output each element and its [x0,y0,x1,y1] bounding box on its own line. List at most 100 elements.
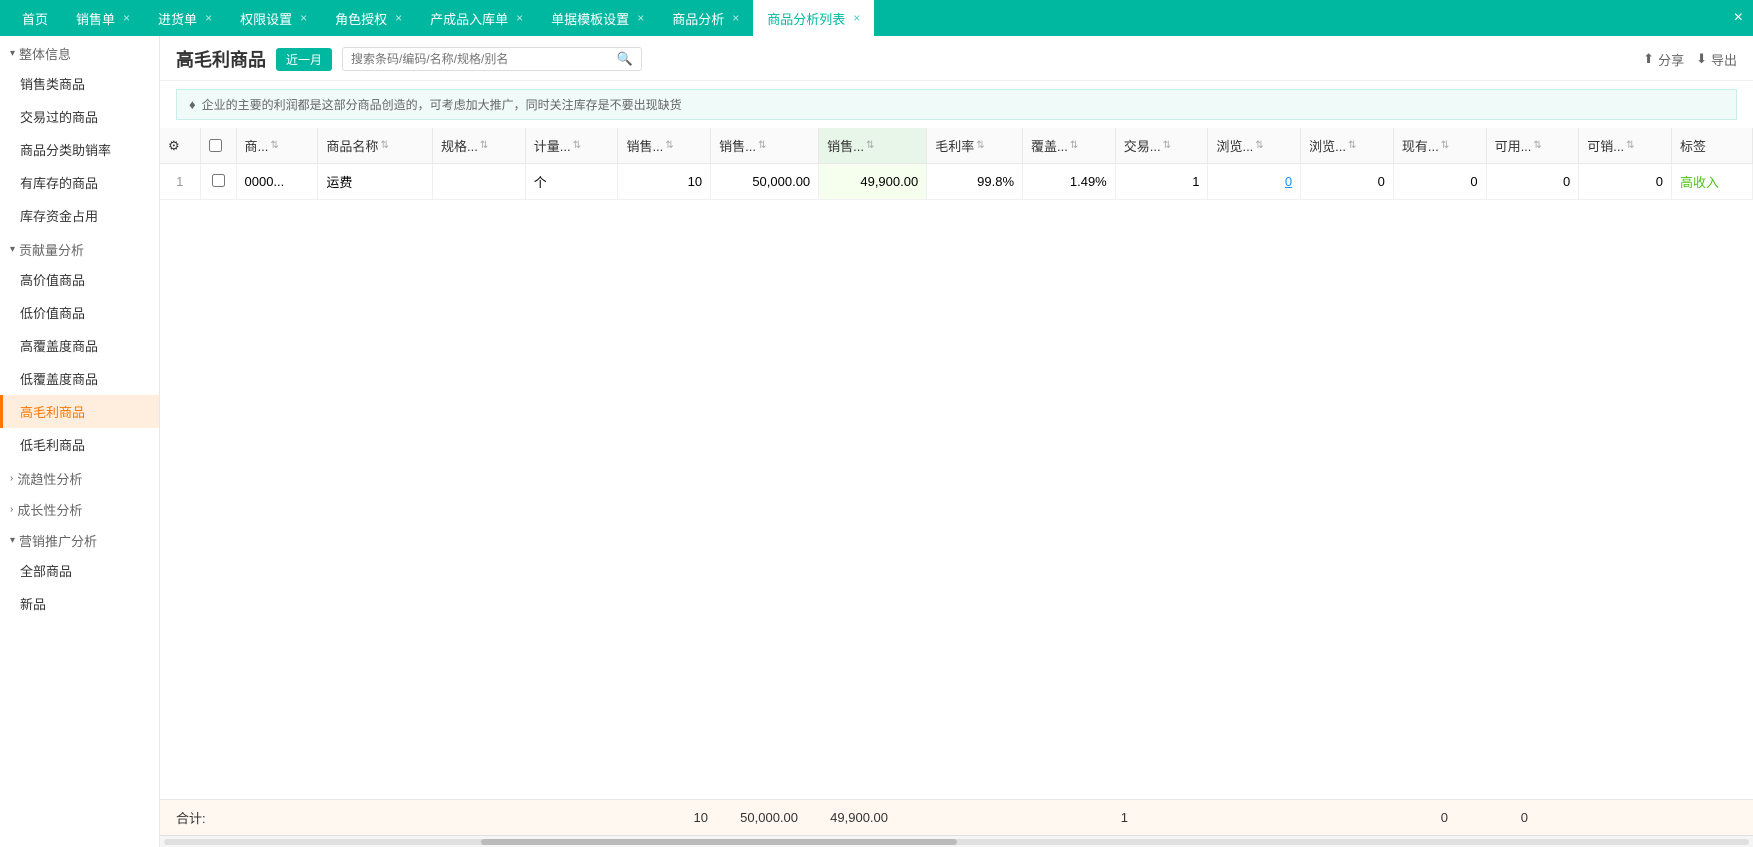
col-sales-cost[interactable]: 销售...⇅ [819,128,927,164]
info-icon: ♦ [189,97,196,112]
col-gross-margin[interactable]: 毛利率⇅ [927,128,1023,164]
close-window-button[interactable]: × [1734,9,1743,27]
footer-sales-qty: 10 [636,810,716,825]
footer-sellable: 0 [1456,810,1536,825]
footer-spacer5 [976,810,1056,825]
settings-icon[interactable]: ⚙ [168,138,180,154]
cell-coverage: 1.49% [1023,164,1116,200]
col-sales-amount[interactable]: 销售...⇅ [711,128,819,164]
nav-close-icon[interactable]: × [123,11,130,25]
col-unit[interactable]: 计量...⇅ [525,128,618,164]
nav-home[interactable]: 首页 [8,0,62,36]
col-current-stock[interactable]: 现有...⇅ [1393,128,1486,164]
nav-close-icon[interactable]: × [300,11,307,25]
footer-transactions: 1 [1056,810,1136,825]
horizontal-scrollbar[interactable] [160,835,1753,847]
sidebar-group-contribution[interactable]: ▾ 贡献量分析 [0,232,159,263]
scroll-thumb[interactable] [481,839,957,845]
footer-spacer4 [896,810,976,825]
search-icon[interactable]: 🔍 [617,51,633,67]
nav-close-icon[interactable]: × [205,11,212,25]
col-available-stock[interactable]: 可用...⇅ [1486,128,1579,164]
sort-icon: ⇅ [866,140,874,151]
content-area: 高毛利商品 近一月 🔍 ⬆ 分享 ⬇ 导出 ♦ 企业的主要的利润都是这部分商品创… [160,36,1753,847]
sidebar-collapse-button[interactable]: « [159,422,160,462]
info-text: 企业的主要的利润都是这部分商品创造的，可考虑加大推广，同时关注库存是不要出现缺货 [202,96,682,113]
select-all-checkbox[interactable] [209,139,222,152]
sort-icon: ⇅ [665,140,673,151]
views1-link[interactable]: 0 [1285,174,1292,189]
sidebar-item-high-margin[interactable]: 高毛利商品 [0,395,159,428]
sidebar-item-high-value[interactable]: 高价值商品 [0,263,159,296]
top-nav: 首页 销售单 × 进货单 × 权限设置 × 角色授权 × 产成品入库单 × 单据… [0,0,1753,36]
nav-product-storage[interactable]: 产成品入库单 × [416,0,537,36]
col-views1[interactable]: 浏览...⇅ [1208,128,1301,164]
nav-purchase-order[interactable]: 进货单 × [144,0,226,36]
search-input[interactable] [351,52,611,66]
content-header: 高毛利商品 近一月 🔍 ⬆ 分享 ⬇ 导出 [160,36,1753,81]
cell-gross-margin: 99.8% [927,164,1023,200]
sort-icon: ⇅ [573,140,581,151]
sidebar-group-overall[interactable]: ▾ 整体信息 [0,36,159,67]
sort-icon: ⇅ [976,140,984,151]
nav-product-analysis-list[interactable]: 商品分析列表 × [753,0,874,36]
col-checkbox [200,128,236,164]
nav-role-auth[interactable]: 角色授权 × [321,0,416,36]
nav-close-icon[interactable]: × [637,11,644,25]
col-index: ⚙ [160,128,200,164]
footer-spacer6 [1136,810,1216,825]
arrow-icon: ▾ [10,244,15,255]
sidebar-item-stocked-goods[interactable]: 有库存的商品 [0,166,159,199]
sidebar-item-low-value[interactable]: 低价值商品 [0,296,159,329]
export-button[interactable]: ⬇ 导出 [1696,50,1737,69]
arrow-icon: ▾ [10,535,15,546]
export-icon: ⬇ [1696,51,1707,67]
col-tag: 标签 [1671,128,1752,164]
nav-close-icon[interactable]: × [732,11,739,25]
filter-recent-month-button[interactable]: 近一月 [276,48,332,71]
nav-close-icon[interactable]: × [853,11,860,25]
search-box: 🔍 [342,47,642,71]
share-icon: ⬆ [1643,51,1654,67]
nav-sales-order[interactable]: 销售单 × [62,0,144,36]
sidebar-group-marketing[interactable]: ▾ 营销推广分析 [0,523,159,554]
col-views2[interactable]: 浏览...⇅ [1301,128,1394,164]
nav-close-icon[interactable]: × [395,11,402,25]
nav-close-icon[interactable]: × [516,11,523,25]
col-name[interactable]: 商品名称⇅ [318,128,433,164]
nav-product-analysis[interactable]: 商品分析 × [658,0,753,36]
sidebar-item-low-coverage[interactable]: 低覆盖度商品 [0,362,159,395]
sidebar-item-stock-capital[interactable]: 库存资金占用 [0,199,159,232]
sidebar-group-trend[interactable]: › 流趋性分析 [0,461,159,492]
cell-views1: 0 [1208,164,1301,200]
footer-sales-cost: 49,900.00 [806,810,896,825]
footer-spacer [256,810,456,825]
cell-name: 运费 [318,164,433,200]
arrow-icon: ▾ [10,48,15,59]
cell-available-stock: 0 [1486,164,1579,200]
col-coverage[interactable]: 覆盖...⇅ [1023,128,1116,164]
nav-permission-setting[interactable]: 权限设置 × [226,0,321,36]
col-code[interactable]: 商...⇅ [236,128,318,164]
sidebar-item-new-goods[interactable]: 新品 [0,587,159,620]
col-sellable-stock[interactable]: 可销...⇅ [1579,128,1672,164]
nav-template-setting[interactable]: 单据模板设置 × [537,0,658,36]
col-sales-qty[interactable]: 销售...⇅ [618,128,711,164]
cell-checkbox [200,164,236,200]
sidebar-item-traded-goods[interactable]: 交易过的商品 [0,100,159,133]
sidebar-item-sales-goods[interactable]: 销售类商品 [0,67,159,100]
footer-spacer8 [1296,810,1376,825]
sidebar-group-growth[interactable]: › 成长性分析 [0,492,159,523]
data-table: ⚙ 商...⇅ 商品名称⇅ 规格...⇅ [160,128,1753,200]
sidebar-item-high-coverage[interactable]: 高覆盖度商品 [0,329,159,362]
scroll-track[interactable] [164,839,1749,845]
footer-label: 合计: [176,808,236,827]
sidebar-item-category-rate[interactable]: 商品分类助销率 [0,133,159,166]
sidebar-item-all-goods[interactable]: 全部商品 [0,554,159,587]
row-checkbox[interactable] [212,174,225,187]
col-transactions[interactable]: 交易...⇅ [1115,128,1208,164]
col-spec[interactable]: 规格...⇅ [433,128,526,164]
share-button[interactable]: ⬆ 分享 [1643,50,1684,69]
sidebar-item-low-margin[interactable]: 低毛利商品 [0,428,159,461]
sort-icon: ⇅ [1163,140,1171,151]
